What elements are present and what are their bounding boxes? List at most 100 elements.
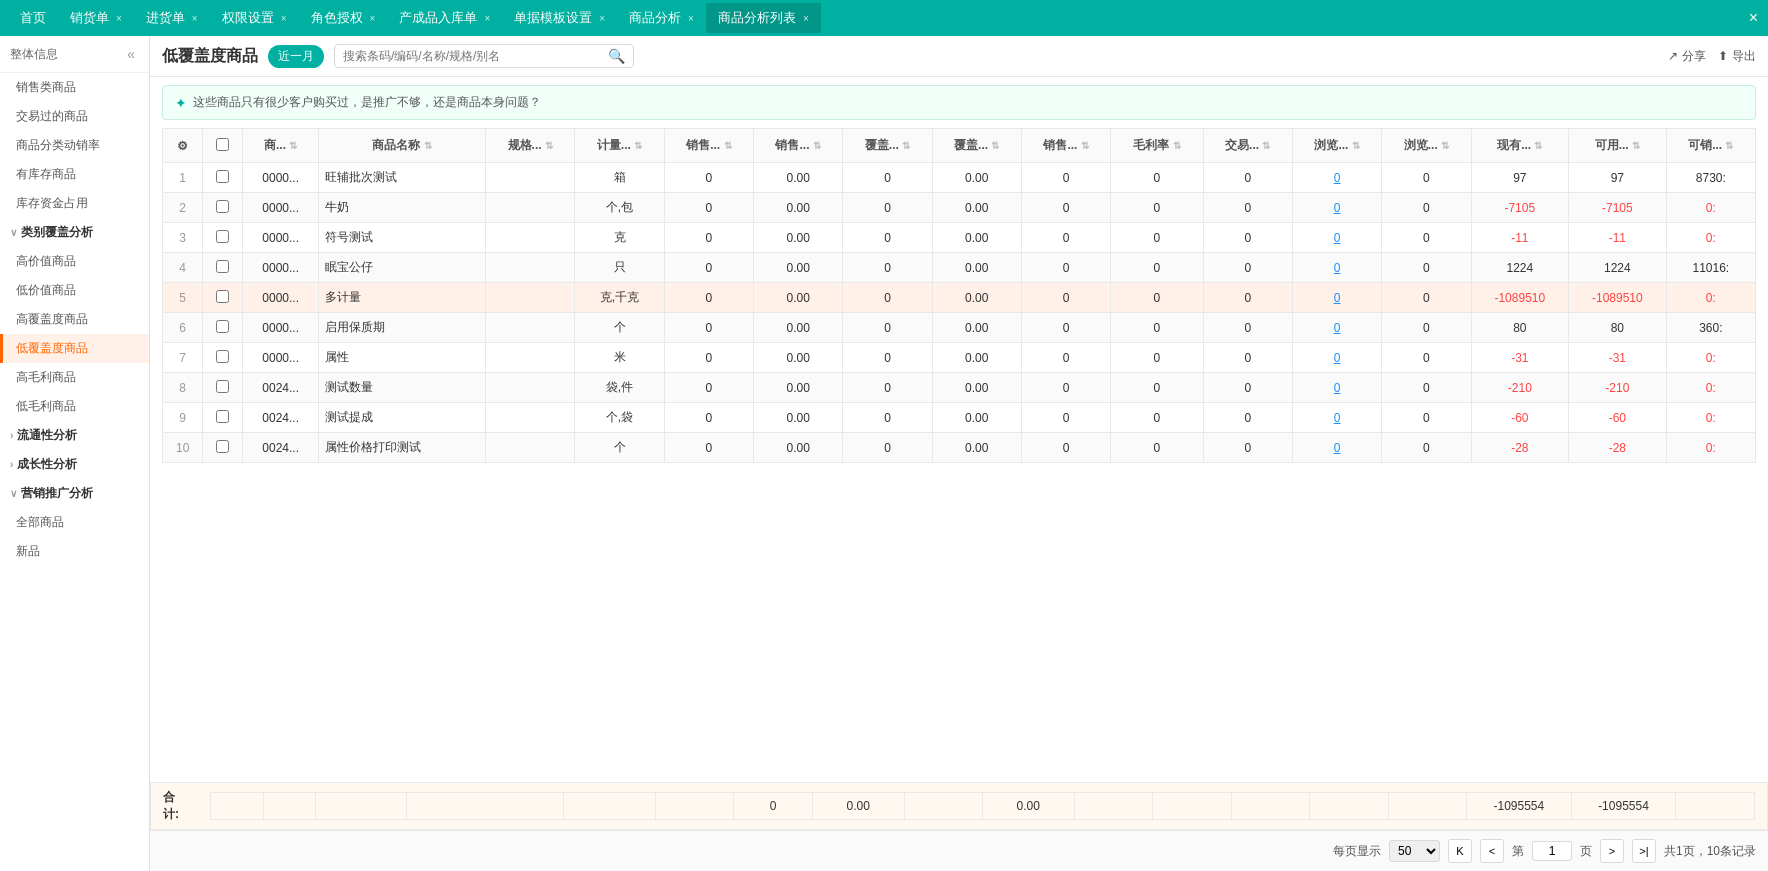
row-checkbox-cell[interactable] xyxy=(203,403,243,433)
search-input[interactable] xyxy=(343,49,608,63)
row-checkbox-cell[interactable] xyxy=(203,373,243,403)
row-views1[interactable]: 0 xyxy=(1292,193,1381,223)
row-checkbox-cell[interactable] xyxy=(203,253,243,283)
col-name[interactable]: 商品名称 ⇅ xyxy=(319,129,486,163)
sidebar-section-coverage[interactable]: ∨ 类别覆盖分析 xyxy=(0,218,149,247)
row-checkbox-cell[interactable] xyxy=(203,193,243,223)
row-views1[interactable]: 0 xyxy=(1292,283,1381,313)
next-page-button[interactable]: > xyxy=(1600,839,1624,863)
col-sellable-days[interactable]: 可销... ⇅ xyxy=(1666,129,1755,163)
col-sales-days[interactable]: 销售... ⇅ xyxy=(1021,129,1110,163)
row-checkbox[interactable] xyxy=(216,290,229,303)
nav-close-production[interactable]: × xyxy=(484,13,490,24)
sidebar-item-all-goods[interactable]: 全部商品 xyxy=(0,508,149,537)
nav-item-analysis[interactable]: 商品分析 × xyxy=(617,3,706,33)
select-all-checkbox[interactable] xyxy=(216,138,229,151)
nav-item-purchase[interactable]: 进货单 × xyxy=(134,3,210,33)
row-checkbox-cell[interactable] xyxy=(203,343,243,373)
sidebar-item-low-margin[interactable]: 低毛利商品 xyxy=(0,392,149,421)
col-views1[interactable]: 浏览... ⇅ xyxy=(1292,129,1381,163)
row-views1[interactable]: 0 xyxy=(1292,313,1381,343)
nav-close-purchase[interactable]: × xyxy=(192,13,198,24)
nav-close-roles[interactable]: × xyxy=(370,13,376,24)
row-unit: 箱 xyxy=(575,163,664,193)
nav-item-permissions[interactable]: 权限设置 × xyxy=(210,3,299,33)
export-button[interactable]: ⬆ 导出 xyxy=(1718,48,1756,65)
col-checkbox[interactable] xyxy=(203,129,243,163)
col-views2[interactable]: 浏览... ⇅ xyxy=(1382,129,1471,163)
sidebar-item-high-value[interactable]: 高价值商品 xyxy=(0,247,149,276)
col-transactions[interactable]: 交易... ⇅ xyxy=(1203,129,1292,163)
col-code[interactable]: 商... ⇅ xyxy=(243,129,319,163)
nav-item-template[interactable]: 单据模板设置 × xyxy=(502,3,617,33)
sidebar-item-high-coverage[interactable]: 高覆盖度商品 xyxy=(0,305,149,334)
share-button[interactable]: ↗ 分享 xyxy=(1668,48,1706,65)
row-views1[interactable]: 0 xyxy=(1292,433,1381,463)
row-checkbox-cell[interactable] xyxy=(203,163,243,193)
sidebar-item-high-margin[interactable]: 高毛利商品 xyxy=(0,363,149,392)
col-spec[interactable]: 规格... ⇅ xyxy=(486,129,575,163)
time-filter-button[interactable]: 近一月 xyxy=(268,45,324,68)
sidebar-section-growth[interactable]: › 成长性分析 xyxy=(0,450,149,479)
sidebar-collapse-button[interactable]: « xyxy=(123,44,139,64)
nav-item-home[interactable]: 首页 xyxy=(8,3,58,33)
row-checkbox-cell[interactable] xyxy=(203,223,243,253)
row-checkbox[interactable] xyxy=(216,200,229,213)
sidebar-section-liquidity[interactable]: › 流通性分析 xyxy=(0,421,149,450)
nav-close-analysis[interactable]: × xyxy=(688,13,694,24)
row-views1[interactable]: 0 xyxy=(1292,343,1381,373)
row-views1[interactable]: 0 xyxy=(1292,253,1381,283)
row-checkbox[interactable] xyxy=(216,260,229,273)
col-available-stock[interactable]: 可用... ⇅ xyxy=(1569,129,1667,163)
sidebar-item-category-rate[interactable]: 商品分类动销率 xyxy=(0,131,149,160)
row-checkbox[interactable] xyxy=(216,230,229,243)
sidebar-section-marketing[interactable]: ∨ 营销推广分析 xyxy=(0,479,149,508)
row-checkbox[interactable] xyxy=(216,410,229,423)
col-sales-qty[interactable]: 销售... ⇅ xyxy=(664,129,753,163)
table-container[interactable]: ⚙ 商... ⇅ 商品名称 ⇅ 规格... ⇅ 计量... ⇅ 销售... ⇅ … xyxy=(150,128,1768,782)
col-coverage2[interactable]: 覆盖... ⇅ xyxy=(932,129,1021,163)
close-all-button[interactable]: × xyxy=(1749,9,1758,27)
nav-item-roles[interactable]: 角色授权 × xyxy=(299,3,388,33)
nav-close-template[interactable]: × xyxy=(599,13,605,24)
row-checkbox[interactable] xyxy=(216,350,229,363)
nav-item-production[interactable]: 产成品入库单 × xyxy=(387,3,502,33)
row-checkbox-cell[interactable] xyxy=(203,283,243,313)
first-page-button[interactable]: K xyxy=(1448,839,1472,863)
sidebar-item-traded-goods[interactable]: 交易过的商品 xyxy=(0,102,149,131)
col-unit[interactable]: 计量... ⇅ xyxy=(575,129,664,163)
sidebar-item-low-value[interactable]: 低价值商品 xyxy=(0,276,149,305)
nav-item-sales[interactable]: 销货单 × xyxy=(58,3,134,33)
row-views1[interactable]: 0 xyxy=(1292,163,1381,193)
nav-close-permissions[interactable]: × xyxy=(281,13,287,24)
row-checkbox[interactable] xyxy=(216,170,229,183)
page-size-select[interactable]: 50 100 200 xyxy=(1389,840,1440,862)
nav-close-sales[interactable]: × xyxy=(116,13,122,24)
row-checkbox[interactable] xyxy=(216,320,229,333)
row-views1[interactable]: 0 xyxy=(1292,373,1381,403)
col-gear[interactable]: ⚙ xyxy=(163,129,203,163)
row-checkbox[interactable] xyxy=(216,440,229,453)
prev-page-button[interactable]: < xyxy=(1480,839,1504,863)
row-checkbox-cell[interactable] xyxy=(203,433,243,463)
nav-item-analysis-list[interactable]: 商品分析列表 × xyxy=(706,3,821,33)
last-page-button[interactable]: >| xyxy=(1632,839,1656,863)
nav-close-analysis-list[interactable]: × xyxy=(803,13,809,24)
sidebar-item-in-stock[interactable]: 有库存商品 xyxy=(0,160,149,189)
info-banner: ✦ 这些商品只有很少客户购买过，是推广不够，还是商品本身问题？ xyxy=(162,85,1756,120)
col-margin[interactable]: 毛利率 ⇅ xyxy=(1111,129,1203,163)
sidebar-item-stock-funds[interactable]: 库存资金占用 xyxy=(0,189,149,218)
sidebar-item-new-goods[interactable]: 新品 xyxy=(0,537,149,566)
row-coverage1: 0 xyxy=(843,313,932,343)
sidebar-item-sales-goods[interactable]: 销售类商品 xyxy=(0,73,149,102)
col-sales-amount[interactable]: 销售... ⇅ xyxy=(754,129,843,163)
current-page-input[interactable] xyxy=(1532,841,1572,861)
row-checkbox-cell[interactable] xyxy=(203,313,243,343)
col-current-stock[interactable]: 现有... ⇅ xyxy=(1471,129,1569,163)
sidebar-item-low-coverage[interactable]: 低覆盖度商品 xyxy=(0,334,149,363)
col-coverage1[interactable]: 覆盖... ⇅ xyxy=(843,129,932,163)
row-checkbox[interactable] xyxy=(216,380,229,393)
row-views1[interactable]: 0 xyxy=(1292,403,1381,433)
marketing-section-label: 营销推广分析 xyxy=(21,485,93,502)
row-views1[interactable]: 0 xyxy=(1292,223,1381,253)
